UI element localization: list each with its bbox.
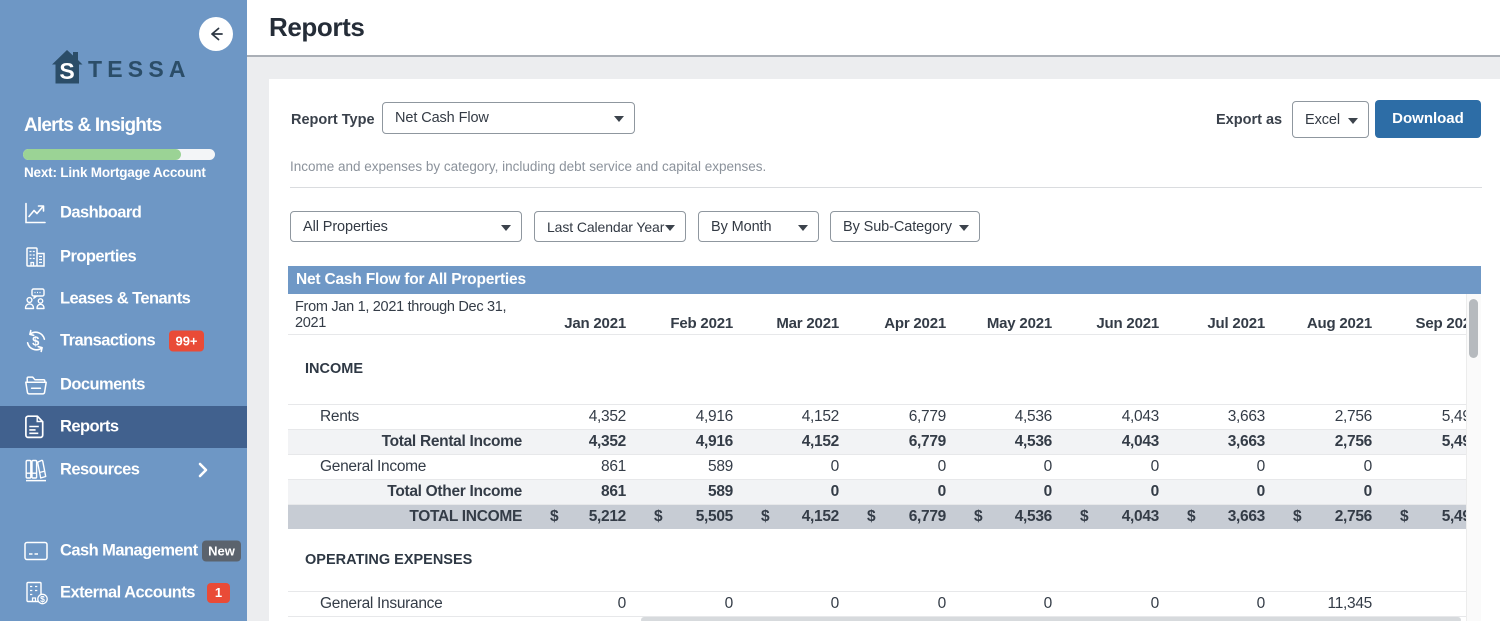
- svg-text:S: S: [59, 58, 74, 84]
- svg-text:$: $: [40, 594, 45, 604]
